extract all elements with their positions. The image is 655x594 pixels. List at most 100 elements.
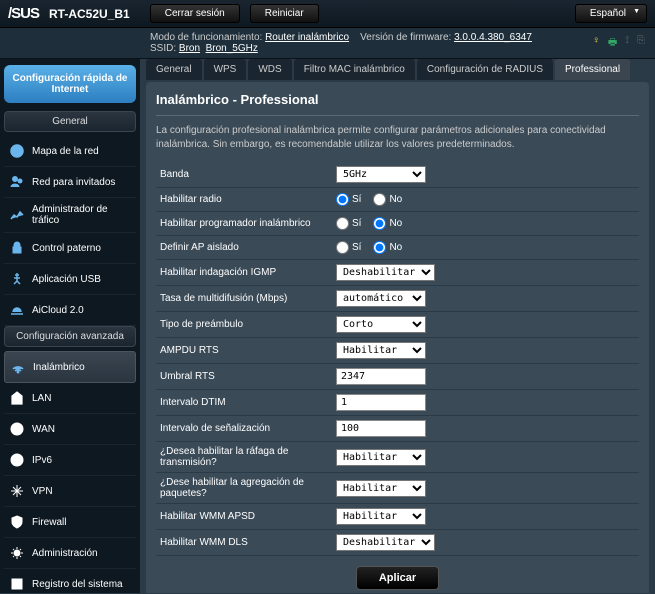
select-ampdu[interactable]: Habilitar <box>336 342 426 359</box>
sidebar-item-general-5[interactable]: AiCloud 2.0 <box>4 295 136 326</box>
language-select[interactable]: Español <box>575 4 647 23</box>
sidebar-item-advanced-5[interactable]: Firewall <box>4 507 136 538</box>
sidebar-item-general-2[interactable]: Administrador de tráfico <box>4 198 136 233</box>
select-preamble[interactable]: Corto <box>336 316 426 333</box>
nav-label: IPv6 <box>32 455 52 466</box>
nav-icon <box>8 451 26 469</box>
select-multicast[interactable]: automático <box>336 290 426 307</box>
radio-radio-no[interactable]: No <box>373 193 402 206</box>
nav-label: AiCloud 2.0 <box>32 305 84 316</box>
tab-wps[interactable]: WPS <box>204 59 247 80</box>
select-wmmdls[interactable]: Deshabilitar <box>336 534 435 551</box>
sidebar-item-advanced-2[interactable]: WAN <box>4 414 136 445</box>
nav-label: Registro del sistema <box>32 579 123 590</box>
nav-label: Inalámbrico <box>33 362 85 373</box>
input-dtim[interactable] <box>336 394 426 411</box>
select-band[interactable]: 5GHz <box>336 166 426 183</box>
nav-icon <box>8 270 26 288</box>
nav-icon <box>8 173 26 191</box>
tab-general[interactable]: General <box>146 59 202 80</box>
radio-scheduler-yes[interactable]: Sí <box>336 217 361 230</box>
select-aggregation[interactable]: Habilitar <box>336 480 426 497</box>
label-radio: Habilitar radio <box>156 194 336 205</box>
nav-icon <box>8 482 26 500</box>
reboot-button[interactable]: Reiniciar <box>250 4 319 23</box>
nav-label: Firewall <box>32 517 66 528</box>
qis-button[interactable]: Configuración rápida de Internet <box>4 65 136 103</box>
select-igmp[interactable]: Deshabilitar <box>336 264 435 281</box>
tab-professional[interactable]: Professional <box>555 59 630 80</box>
top-bar: /SUS RT-AC52U_B1 Cerrar sesión Reiniciar… <box>0 0 655 28</box>
label-wmmdls: Habilitar WMM DLS <box>156 537 336 548</box>
ssid-link-2[interactable]: Bron_5GHz <box>206 43 258 54</box>
ssid-link-1[interactable]: Bron <box>179 43 200 54</box>
radio-scheduler-no[interactable]: No <box>373 217 402 230</box>
usb-icon[interactable]: ⟟ <box>625 35 629 52</box>
label-rts: Umbral RTS <box>156 371 336 382</box>
sidebar-item-general-4[interactable]: Aplicación USB <box>4 264 136 295</box>
tab-wds[interactable]: WDS <box>248 59 291 80</box>
logout-button[interactable]: Cerrar sesión <box>150 4 240 23</box>
mode-link[interactable]: Router inalámbrico <box>265 32 349 43</box>
nav-icon <box>8 206 26 224</box>
sidebar-header-general: General <box>4 111 136 132</box>
radio-isolated-no[interactable]: No <box>373 241 402 254</box>
settings-panel: Inalámbrico - Professional La configurac… <box>146 82 649 593</box>
apply-button[interactable]: Aplicar <box>356 566 439 590</box>
sidebar-item-advanced-6[interactable]: Administración <box>4 538 136 569</box>
label-igmp: Habilitar indagación IGMP <box>156 267 336 278</box>
model-name: RT-AC52U_B1 <box>49 7 130 21</box>
nav-label: LAN <box>32 393 51 404</box>
status-icon[interactable]: ♀ <box>592 35 600 52</box>
label-aggregation: ¿Dese habilitar la agregación de paquete… <box>156 477 336 499</box>
nav-icon <box>8 389 26 407</box>
label-scheduler: Habilitar programador inalámbrico <box>156 218 336 229</box>
nav-label: VPN <box>32 486 53 497</box>
select-wmmapsd[interactable]: Habilitar <box>336 508 426 525</box>
sidebar-item-general-1[interactable]: Red para invitados <box>4 167 136 198</box>
nav-label: Red para invitados <box>32 177 115 188</box>
nav-icon <box>8 544 26 562</box>
label-multicast: Tasa de multidifusión (Mbps) <box>156 293 336 304</box>
tab-configuración-de-radius[interactable]: Configuración de RADIUS <box>417 59 553 80</box>
input-rts[interactable] <box>336 368 426 385</box>
nav-icon <box>8 420 26 438</box>
nav-icon <box>9 358 27 376</box>
label-preamble: Tipo de preámbulo <box>156 319 336 330</box>
nav-icon <box>8 239 26 257</box>
nav-label: Administración <box>32 548 98 559</box>
nav-label: Administrador de tráfico <box>32 204 132 226</box>
label-band: Banda <box>156 169 336 180</box>
printer-icon[interactable]: 🖶 <box>608 35 617 52</box>
radio-radio-yes[interactable]: Sí <box>336 193 361 206</box>
sidebar-item-advanced-3[interactable]: IPv6 <box>4 445 136 476</box>
label-txburst: ¿Desea habilitar la ráfaga de transmisió… <box>156 446 336 468</box>
tab-bar: GeneralWPSWDSFiltro MAC inalámbricoConfi… <box>146 59 649 80</box>
nav-icon <box>8 513 26 531</box>
label-ampdu: AMPDU RTS <box>156 345 336 356</box>
nav-label: Mapa de la red <box>32 146 99 157</box>
sidebar-item-general-0[interactable]: Mapa de la red <box>4 136 136 167</box>
link-icon[interactable]: ⎘ <box>637 35 645 52</box>
sidebar: Configuración rápida de Internet General… <box>0 59 140 593</box>
label-isolated: Definir AP aislado <box>156 242 336 253</box>
label-wmmapsd: Habilitar WMM APSD <box>156 511 336 522</box>
info-bar: Modo de funcionamiento: Router inalámbri… <box>0 28 655 59</box>
sidebar-item-advanced-4[interactable]: VPN <box>4 476 136 507</box>
sidebar-header-advanced: Configuración avanzada <box>4 326 136 347</box>
mode-label: Modo de funcionamiento: <box>150 32 262 43</box>
nav-icon <box>8 575 26 593</box>
sidebar-item-advanced-1[interactable]: LAN <box>4 383 136 414</box>
sidebar-item-advanced-0[interactable]: Inalámbrico <box>4 351 136 383</box>
input-beacon[interactable] <box>336 420 426 437</box>
sidebar-item-advanced-7[interactable]: Registro del sistema <box>4 569 136 593</box>
radio-isolated-yes[interactable]: Sí <box>336 241 361 254</box>
nav-label: WAN <box>32 424 55 435</box>
panel-title: Inalámbrico - Professional <box>156 92 639 116</box>
brand-logo: /SUS <box>8 5 39 22</box>
tab-filtro-mac-inalámbrico[interactable]: Filtro MAC inalámbrico <box>294 59 415 80</box>
sidebar-item-general-3[interactable]: Control paterno <box>4 233 136 264</box>
label-dtim: Intervalo DTIM <box>156 397 336 408</box>
firmware-link[interactable]: 3.0.0.4.380_6347 <box>454 32 532 43</box>
select-txburst[interactable]: Habilitar <box>336 449 426 466</box>
